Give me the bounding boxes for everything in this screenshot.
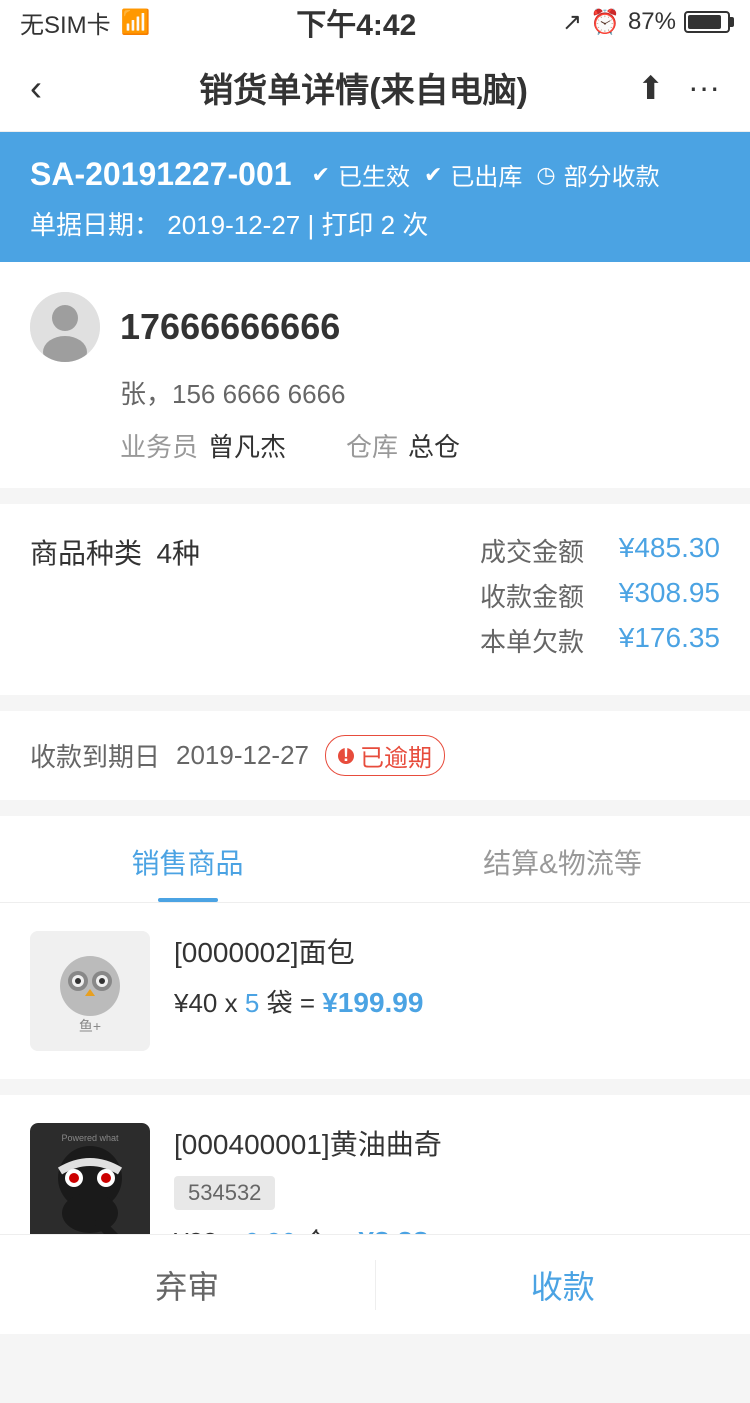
product-price-1: ¥40 x 5 袋 = ¥199.99: [174, 983, 720, 1020]
alarm-icon: ⏰: [590, 8, 620, 37]
wifi-icon: 📶: [121, 8, 151, 37]
cancel-review-button[interactable]: 弃审: [0, 1242, 375, 1328]
product-type-stat: 商品种类 4种: [30, 532, 200, 572]
due-date-card: 收款到期日 2019-12-27 ! 已逾期: [0, 711, 750, 800]
status-bar-left: 无SIM卡 📶: [20, 5, 151, 40]
order-badges: 已生效 已出库 部分收款: [312, 157, 660, 192]
bottom-bar: 弃审 收款: [0, 1234, 750, 1334]
status-bar: 无SIM卡 📶 下午4:42 ↗ ⏰ 87%: [0, 0, 750, 44]
overdue-badge: ! 已逾期: [325, 735, 445, 776]
battery-icon: [684, 11, 730, 33]
order-id: SA-20191227-001: [30, 156, 292, 193]
tab-sales-products[interactable]: 销售商品: [0, 816, 375, 902]
nav-actions: ⬆ ···: [637, 69, 720, 107]
carrier-text: 无SIM卡: [20, 5, 111, 40]
badge-active: 已生效: [312, 157, 410, 192]
product-item: 鱼+ [0000002]面包 ¥40 x 5 袋 = ¥199.99: [0, 903, 750, 1079]
product-name-2: [000400001]黄油曲奇: [174, 1123, 720, 1163]
status-bar-right: ↗ ⏰ 87%: [562, 8, 730, 37]
separator: [0, 800, 750, 816]
product-tag-2: 534532: [174, 1176, 275, 1210]
page-title: 销货单详情(来自电脑): [199, 63, 528, 112]
product-name-1: [0000002]面包: [174, 931, 720, 971]
collect-payment-button[interactable]: 收款: [376, 1242, 750, 1328]
customer-phone: 17666666666: [120, 306, 340, 348]
battery-text: 87%: [628, 8, 676, 36]
svg-text:鱼+: 鱼+: [79, 1018, 101, 1034]
tabs-bar: 销售商品 结算&物流等: [0, 816, 750, 903]
more-icon[interactable]: ···: [688, 69, 720, 106]
badge-partial: 部分收款: [536, 157, 659, 192]
time-display: 下午4:42: [296, 0, 416, 44]
product-thumbnail-1: 鱼+: [30, 931, 150, 1051]
nav-bar: ‹ 销货单详情(来自电脑) ⬆ ···: [0, 44, 750, 132]
back-button[interactable]: ‹: [30, 67, 90, 109]
salesman-info: 业务员 曾凡杰: [120, 427, 286, 464]
order-header-banner: SA-20191227-001 已生效 已出库 部分收款 单据日期： 2019-…: [0, 132, 750, 262]
amount-row: 成交金额 ¥485.30: [480, 532, 720, 569]
product-list: 鱼+ [0000002]面包 ¥40 x 5 袋 = ¥199.99: [0, 903, 750, 1287]
debt-row: 本单欠款 ¥176.35: [480, 622, 720, 659]
product-thumbnail-2: Powered what: [30, 1123, 150, 1243]
customer-meta: 业务员 曾凡杰 仓库 总仓: [120, 427, 720, 464]
tab-settlement[interactable]: 结算&物流等: [375, 816, 750, 902]
financial-stats: 成交金额 ¥485.30 收款金额 ¥308.95 本单欠款 ¥176.35: [480, 532, 720, 667]
overdue-dot-icon: !: [338, 748, 354, 764]
customer-card: 17666666666 张，156 6666 6666 业务员 曾凡杰 仓库 总…: [0, 262, 750, 488]
location-icon: ↗: [562, 8, 582, 37]
customer-name-phone: 张，156 6666 6666: [120, 374, 720, 411]
due-date-label: 收款到期日: [30, 737, 160, 774]
badge-shipped: 已出库: [424, 157, 522, 192]
stats-card: 商品种类 4种 成交金额 ¥485.30 收款金额 ¥308.95 本单欠款 ¥…: [0, 504, 750, 695]
order-date-info: 单据日期： 2019-12-27 | 打印 2 次: [30, 205, 720, 242]
customer-avatar: [30, 292, 100, 362]
warehouse-info: 仓库 总仓: [346, 427, 460, 464]
due-date-value: 2019-12-27: [176, 740, 309, 771]
svg-text:Powered what: Powered what: [61, 1133, 119, 1143]
received-row: 收款金额 ¥308.95: [480, 577, 720, 614]
share-icon[interactable]: ⬆: [637, 69, 664, 107]
product-info-1: [0000002]面包 ¥40 x 5 袋 = ¥199.99: [174, 931, 720, 1020]
